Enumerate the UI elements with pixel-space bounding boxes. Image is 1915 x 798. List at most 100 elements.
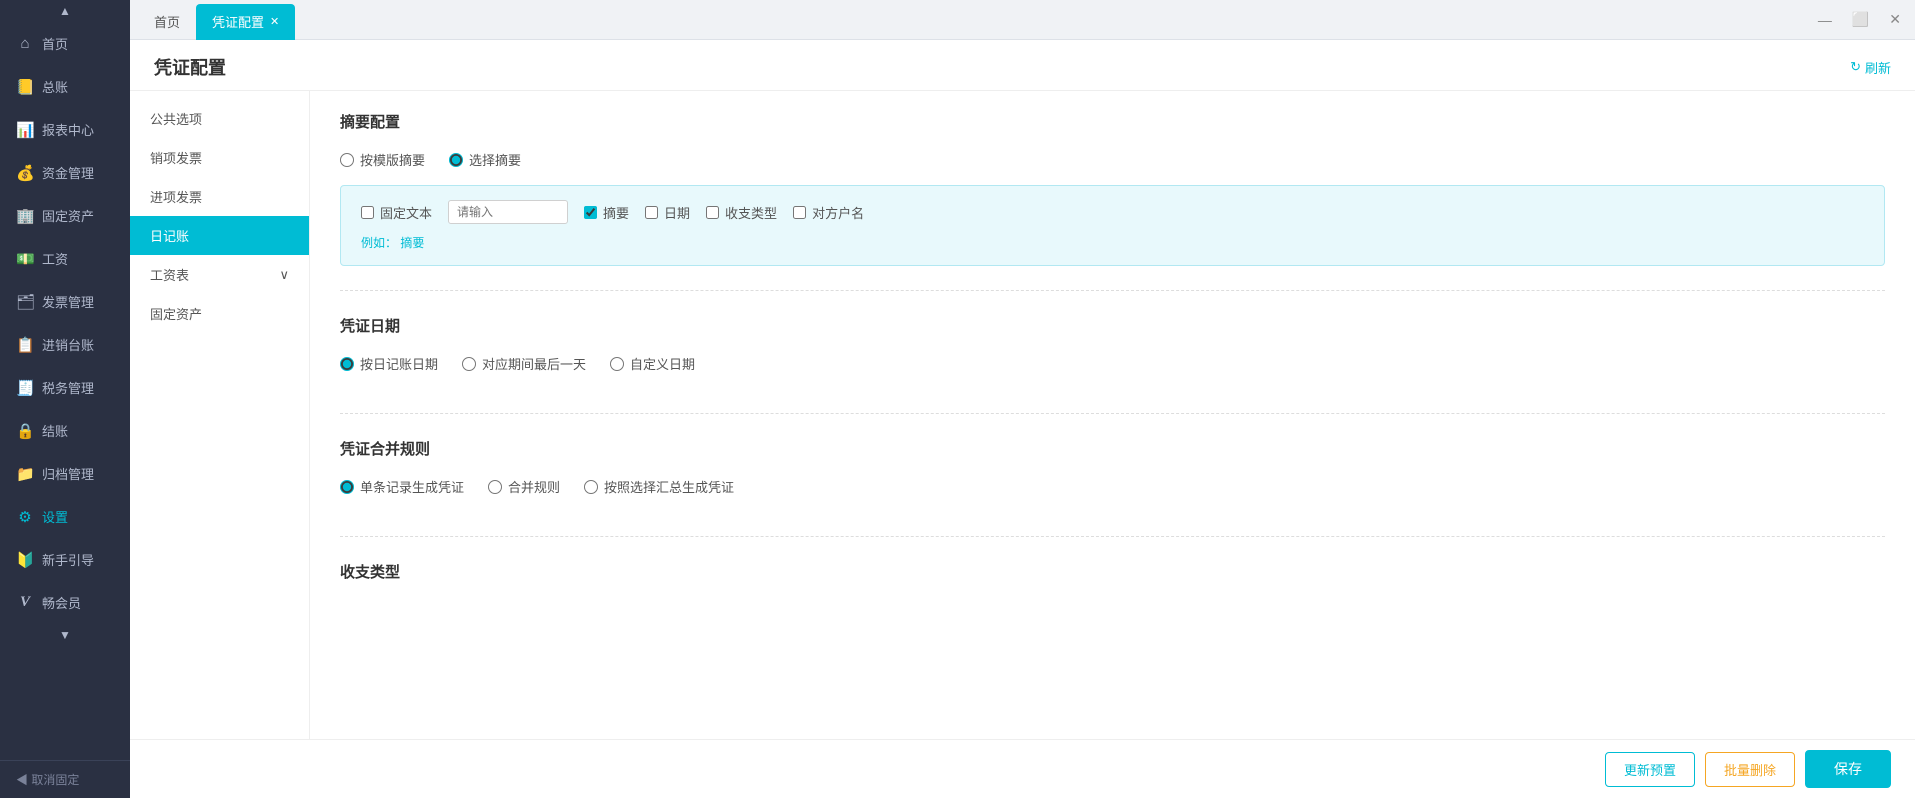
radio-single-input[interactable] — [340, 480, 354, 494]
fixed-text-input[interactable] — [448, 200, 568, 224]
tab-home[interactable]: 首页 — [138, 4, 196, 40]
left-nav-payroll[interactable]: 工资表 ∨ — [130, 255, 309, 294]
window-close-button[interactable]: ✕ — [1883, 9, 1907, 30]
left-nav-sales-invoice[interactable]: 销项发票 — [130, 138, 309, 177]
radio-last-day-input[interactable] — [462, 357, 476, 371]
sidebar-item-guide[interactable]: 🔰 新手引导 — [0, 538, 130, 581]
sidebar-scroll-up[interactable]: ▲ — [0, 0, 130, 22]
content-area: 凭证配置 ↻ 刷新 公共选项 销项发票 进项发票 日记账 — [130, 40, 1915, 798]
left-nav-public[interactable]: 公共选项 — [130, 99, 309, 138]
check-counterparty[interactable]: 对方户名 — [793, 203, 864, 222]
page-title: 凭证配置 — [154, 54, 226, 80]
refresh-icon: ↻ — [1850, 59, 1861, 75]
check-fixed-text-input[interactable] — [361, 206, 374, 219]
merge-title: 凭证合并规则 — [340, 438, 1885, 459]
settings-icon: ⚙ — [16, 508, 34, 526]
radio-select-summary[interactable]: 按照选择汇总生成凭证 — [584, 477, 734, 496]
income-section: 收支类型 — [340, 561, 1885, 624]
date-section: 凭证日期 按日记账日期 对应期间最后一天 自定义日期 — [340, 315, 1885, 414]
sidebar-item-salary[interactable]: 💵 工资 — [0, 237, 130, 280]
sidebar: ▲ ⌂ 首页 📒 总账 📊 报表中心 💰 资金管理 🏢 固定资产 💵 工资 🗂 … — [0, 0, 130, 798]
summary-example: 例如： 摘要 — [361, 234, 1864, 251]
summary-mode-group: 按模版摘要 选择摘要 — [340, 150, 1885, 169]
left-nav-purchase-invoice[interactable]: 进项发票 — [130, 177, 309, 216]
summary-config-box: 固定文本 摘要 日期 — [340, 185, 1885, 266]
check-date[interactable]: 日期 — [645, 203, 690, 222]
radio-custom-date-input[interactable] — [610, 357, 624, 371]
radio-template-summary-input[interactable] — [340, 153, 354, 167]
refresh-button[interactable]: ↻ 刷新 — [1850, 58, 1891, 77]
assets-icon: 🏢 — [16, 207, 34, 225]
radio-custom-date[interactable]: 自定义日期 — [610, 354, 695, 373]
sidebar-item-tax[interactable]: 🧾 税务管理 — [0, 366, 130, 409]
radio-select-summary-merge-input[interactable] — [584, 480, 598, 494]
invoice-icon: 🗂 — [16, 293, 34, 311]
sidebar-item-ledger[interactable]: 📒 总账 — [0, 65, 130, 108]
radio-single[interactable]: 单条记录生成凭证 — [340, 477, 464, 496]
radio-last-day[interactable]: 对应期间最后一天 — [462, 354, 586, 373]
main-area: 首页 凭证配置 ✕ — ⬜ ✕ 凭证配置 ↻ 刷新 公共选项 — [130, 0, 1915, 798]
window-maximize-button[interactable]: ⬜ — [1846, 9, 1875, 30]
guide-icon: 🔰 — [16, 551, 34, 569]
tab-voucher-config[interactable]: 凭证配置 ✕ — [196, 4, 295, 40]
vip-icon: V — [16, 594, 34, 611]
sidebar-item-vip[interactable]: V 畅会员 — [0, 581, 130, 624]
sidebar-item-invoice[interactable]: 🗂 发票管理 — [0, 280, 130, 323]
radio-template-summary[interactable]: 按模版摘要 — [340, 150, 425, 169]
radio-journal-date-input[interactable] — [340, 357, 354, 371]
funds-icon: 💰 — [16, 164, 34, 182]
batch-delete-button[interactable]: 批量删除 — [1705, 752, 1795, 787]
save-button[interactable]: 保存 — [1805, 750, 1891, 788]
merge-section: 凭证合并规则 单条记录生成凭证 合并规则 按照选择汇总生成凭证 — [340, 438, 1885, 537]
window-minimize-button[interactable]: — — [1812, 9, 1838, 30]
radio-journal-date[interactable]: 按日记账日期 — [340, 354, 438, 373]
sidebar-item-purchasesales[interactable]: 📋 进销台账 — [0, 323, 130, 366]
date-title: 凭证日期 — [340, 315, 1885, 336]
summary-checkboxes-row: 固定文本 摘要 日期 — [361, 200, 1864, 224]
radio-merge-rule[interactable]: 合并规则 — [488, 477, 560, 496]
tab-bar: 首页 凭证配置 ✕ — ⬜ ✕ — [130, 0, 1915, 40]
closing-icon: 🔒 — [16, 422, 34, 440]
check-counterparty-input[interactable] — [793, 206, 806, 219]
radio-select-summary[interactable]: 选择摘要 — [449, 150, 521, 169]
chevron-down-icon: ∨ — [279, 267, 289, 283]
check-fixed-text[interactable]: 固定文本 — [361, 203, 432, 222]
radio-select-summary-input[interactable] — [449, 153, 463, 167]
tab-close-icon[interactable]: ✕ — [270, 15, 279, 28]
sidebar-item-reports[interactable]: 📊 报表中心 — [0, 108, 130, 151]
radio-merge-rule-input[interactable] — [488, 480, 502, 494]
sidebar-item-assets[interactable]: 🏢 固定资产 — [0, 194, 130, 237]
sidebar-pin-toggle[interactable]: ◀ 取消固定 — [0, 760, 130, 798]
merge-options-group: 单条记录生成凭证 合并规则 按照选择汇总生成凭证 — [340, 477, 1885, 496]
body-area: 公共选项 销项发票 进项发票 日记账 工资表 ∨ 固定资产 — [130, 91, 1915, 739]
left-nav-journal[interactable]: 日记账 — [130, 216, 309, 255]
check-summary[interactable]: 摘要 — [584, 203, 629, 222]
ledger-icon: 📒 — [16, 78, 34, 96]
salary-icon: 💵 — [16, 250, 34, 268]
check-date-input[interactable] — [645, 206, 658, 219]
left-nav: 公共选项 销项发票 进项发票 日记账 工资表 ∨ 固定资产 — [130, 91, 310, 739]
income-title: 收支类型 — [340, 561, 1885, 582]
sidebar-scroll-down[interactable]: ▼ — [0, 624, 130, 646]
summary-title: 摘要配置 — [340, 111, 1885, 132]
tax-icon: 🧾 — [16, 379, 34, 397]
tab-actions: — ⬜ ✕ — [1812, 9, 1907, 30]
pin-icon: ◀ — [16, 773, 31, 787]
sidebar-item-settings[interactable]: ⚙ 设置 — [0, 495, 130, 538]
right-content: 摘要配置 按模版摘要 选择摘要 — [310, 91, 1915, 739]
update-preview-button[interactable]: 更新预置 — [1605, 752, 1695, 787]
check-payment-type-input[interactable] — [706, 206, 719, 219]
home-icon: ⌂ — [16, 35, 34, 52]
purchasesales-icon: 📋 — [16, 336, 34, 354]
sidebar-item-home[interactable]: ⌂ 首页 — [0, 22, 130, 65]
page-header: 凭证配置 ↻ 刷新 — [130, 40, 1915, 91]
sidebar-item-archive[interactable]: 📁 归档管理 — [0, 452, 130, 495]
check-payment-type[interactable]: 收支类型 — [706, 203, 777, 222]
check-summary-input[interactable] — [584, 206, 597, 219]
reports-icon: 📊 — [16, 121, 34, 139]
date-options-group: 按日记账日期 对应期间最后一天 自定义日期 — [340, 354, 1885, 373]
summary-section: 摘要配置 按模版摘要 选择摘要 — [340, 111, 1885, 291]
sidebar-item-funds[interactable]: 💰 资金管理 — [0, 151, 130, 194]
sidebar-item-closing[interactable]: 🔒 结账 — [0, 409, 130, 452]
left-nav-fixed-assets[interactable]: 固定资产 — [130, 294, 309, 333]
